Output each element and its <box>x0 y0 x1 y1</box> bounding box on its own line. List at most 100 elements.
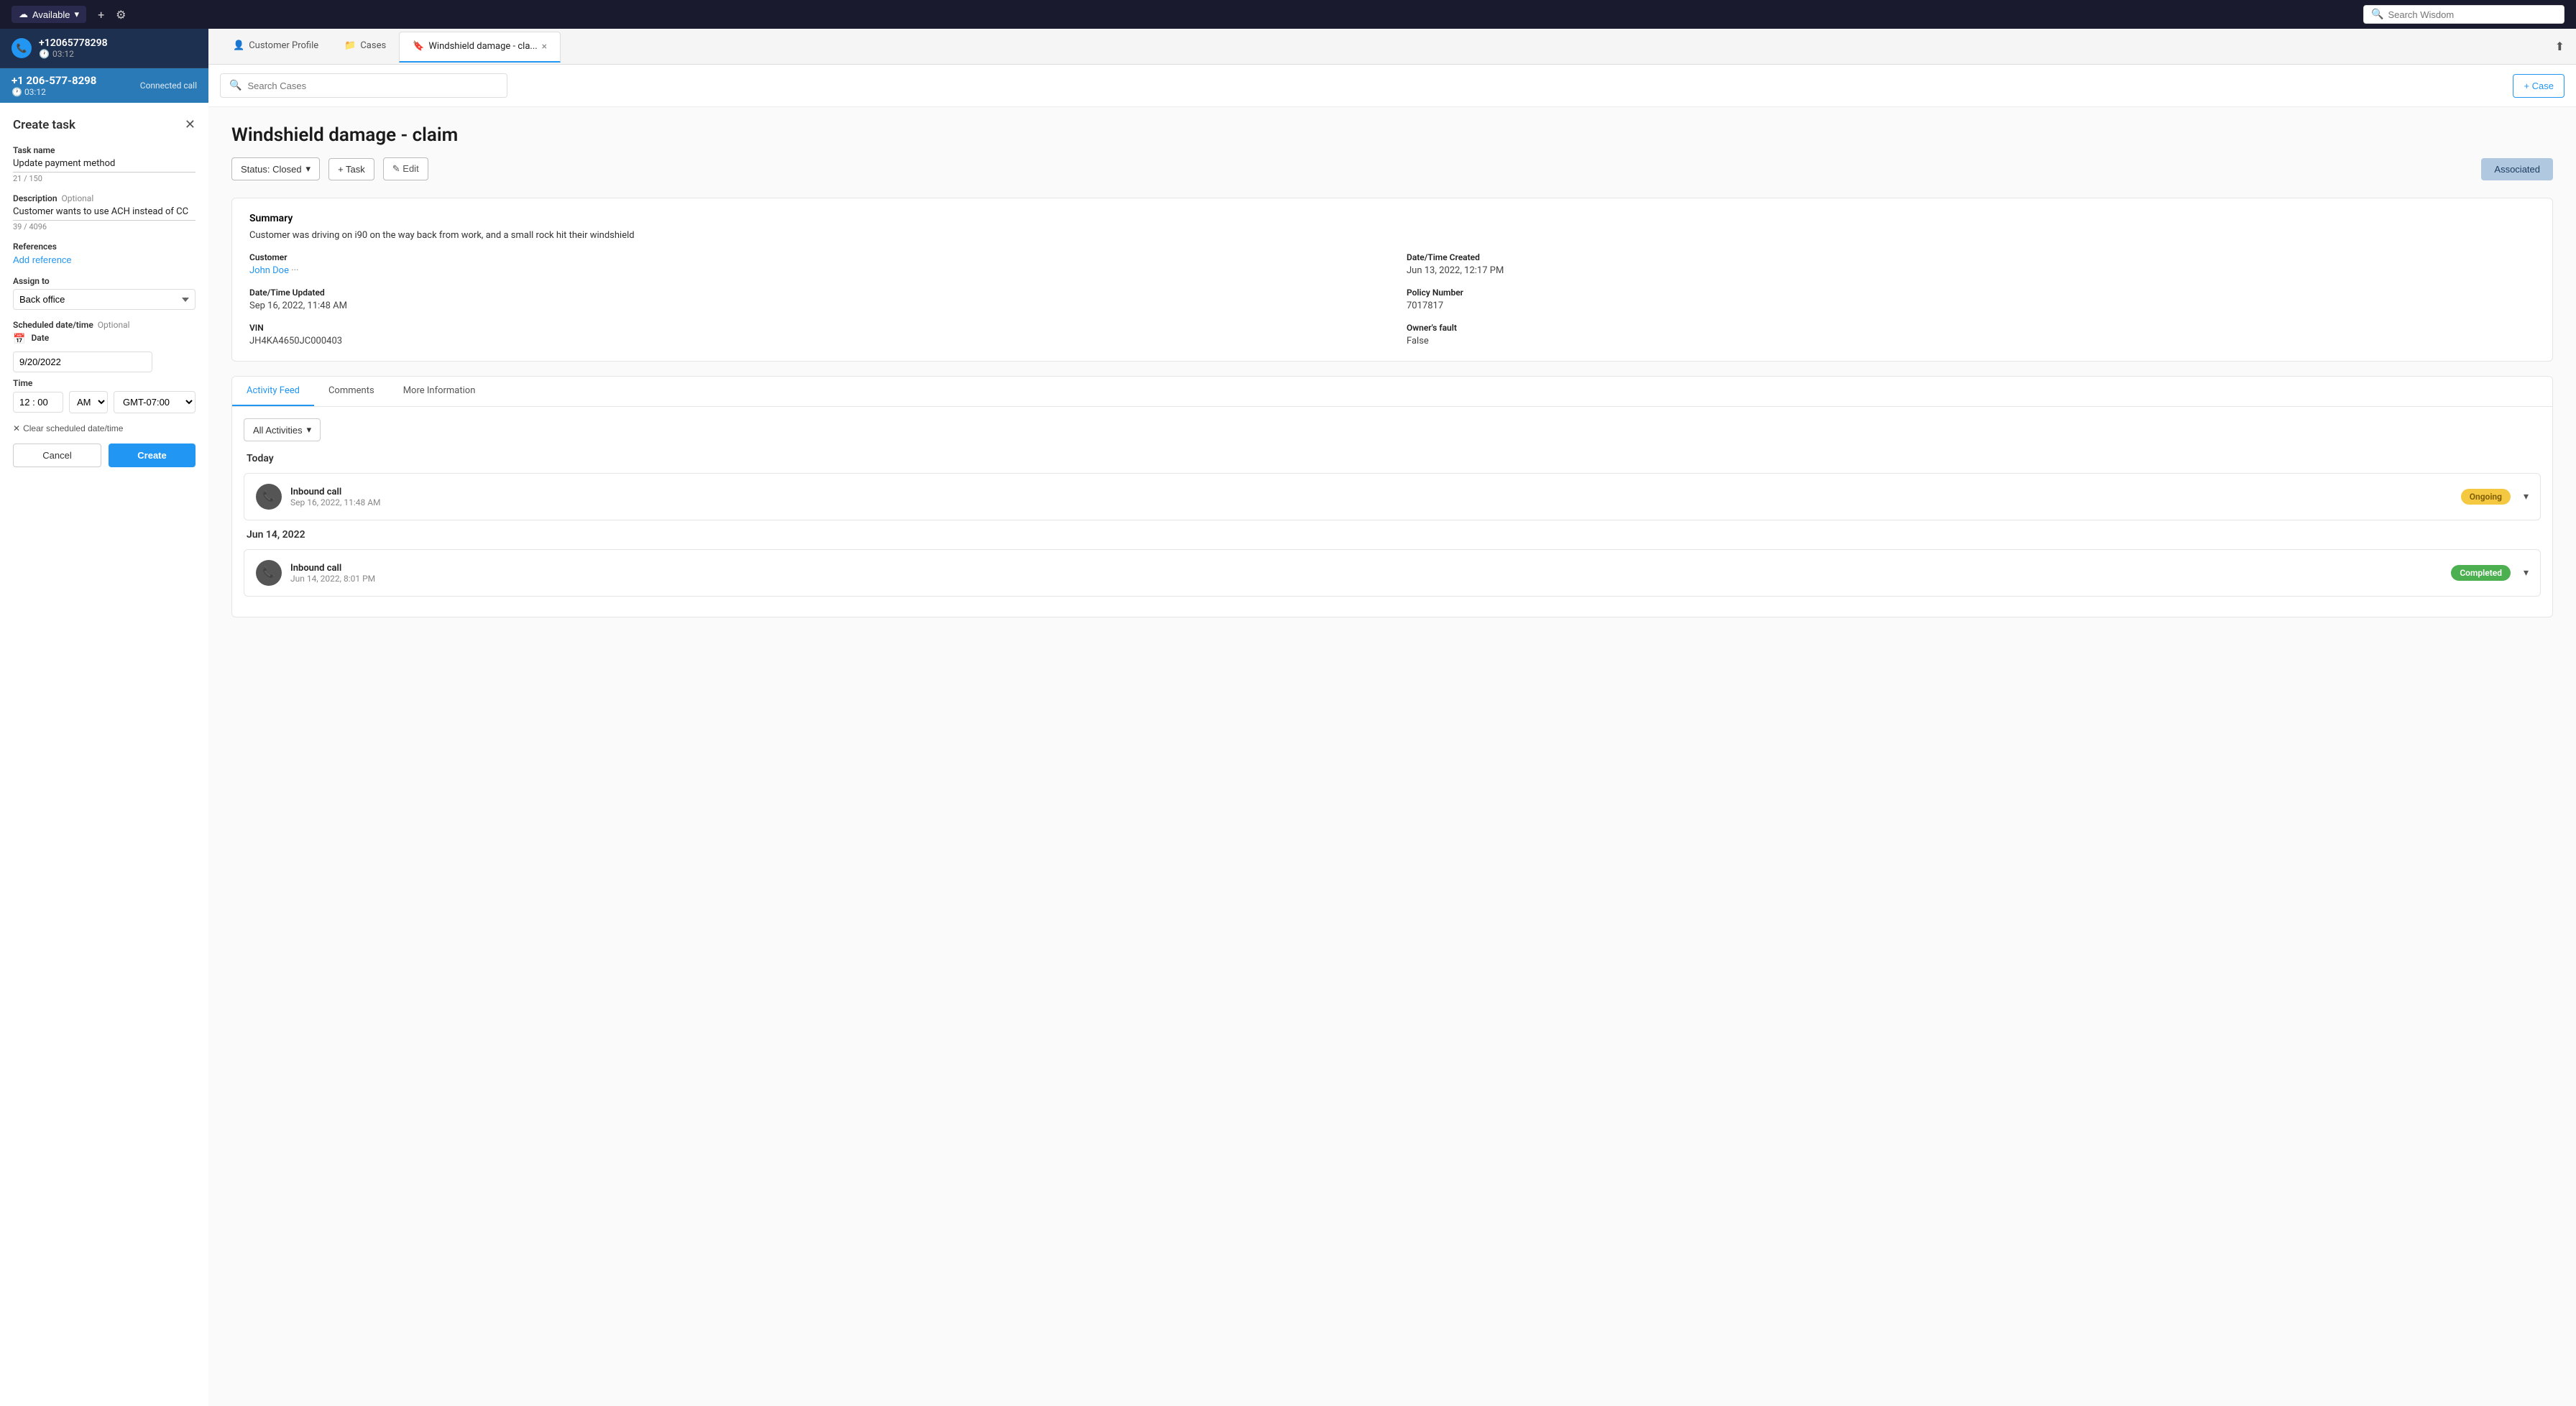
assign-to-field: Assign to Back office <box>13 276 196 310</box>
create-button[interactable]: Create <box>109 444 196 467</box>
case-content: Windshield damage - claim Status: Closed… <box>208 107 2576 1406</box>
action-buttons: Cancel Create <box>13 444 196 467</box>
owners-fault-value: False <box>1407 336 2535 346</box>
activity-expand-icon-1[interactable]: ▾ <box>2524 491 2529 502</box>
activity-name-1: Inbound call <box>290 487 2452 497</box>
calendar-icon: 📅 <box>13 334 25 345</box>
assign-to-label: Assign to <box>13 276 196 286</box>
description-counter: 39 / 4096 <box>13 222 196 231</box>
vin-detail: VIN JH4KA4650JC000403 <box>249 323 1378 346</box>
customer-value: John Doe ··· <box>249 265 1378 276</box>
search-wisdom-chevron[interactable]: ▾ <box>2552 9 2557 20</box>
clear-icon: ✕ <box>13 423 20 433</box>
add-reference-button[interactable]: Add reference <box>13 254 72 265</box>
all-activities-button[interactable]: All Activities ▾ <box>244 418 321 441</box>
search-wisdom-bar: 🔍 ▾ <box>2363 5 2564 24</box>
activity-date-1: Sep 16, 2022, 11:48 AM <box>290 497 2452 507</box>
clear-schedule-button[interactable]: ✕ Clear scheduled date/time <box>13 423 123 433</box>
activity-feed-content: All Activities ▾ Today 📞 Inbound call Se… <box>232 407 2552 617</box>
customer-profile-icon: 👤 <box>233 40 244 51</box>
chevron-down-icon: ▾ <box>75 9 80 20</box>
customer-dots: ··· <box>291 265 298 276</box>
search-bar: 🔍 + Case <box>208 65 2576 107</box>
call-details: +12065778298 🕐 03:12 <box>39 37 108 59</box>
create-task-panel: Create task ✕ Task name Update payment m… <box>0 103 208 1406</box>
available-label: Available <box>32 9 70 20</box>
search-cases-input[interactable] <box>247 81 498 91</box>
references-label: References <box>13 242 196 252</box>
activity-item-1: 📞 Inbound call Sep 16, 2022, 11:48 AM On… <box>244 473 2541 520</box>
description-label: Description Optional <box>13 193 196 203</box>
new-case-button[interactable]: + Case <box>2513 74 2564 98</box>
description-value[interactable]: Customer wants to use ACH instead of CC <box>13 206 196 221</box>
case-inner-content: Activity Feed Comments More Information … <box>231 376 2553 617</box>
plus-icon[interactable]: + <box>98 8 104 22</box>
connected-bar: +1 206-577-8298 🕐 03:12 Connected call <box>0 68 208 103</box>
edit-button[interactable]: ✎ Edit <box>383 157 428 180</box>
settings-icon[interactable]: ⚙ <box>116 8 126 22</box>
today-label: Today <box>244 453 2541 464</box>
associated-button[interactable]: Associated <box>2481 158 2553 180</box>
description-optional: Optional <box>60 193 94 203</box>
close-task-button[interactable]: ✕ <box>185 117 196 132</box>
connected-time-display: 🕐 03:12 <box>12 87 96 97</box>
date-row: 📅 Date <box>13 333 196 346</box>
connected-status-label: Connected call <box>140 81 197 91</box>
activity-phone-icon-2: 📞 <box>256 560 282 586</box>
tab-cases[interactable]: 📁 Cases <box>331 32 399 61</box>
main-layout: 📞 +12065778298 🕐 03:12 +1 206-577-8298 🕐… <box>0 29 2576 1406</box>
task-name-value[interactable]: Update payment method <box>13 158 196 173</box>
policy-value: 7017817 <box>1407 300 2535 311</box>
ampm-select[interactable]: AM PM <box>69 391 108 413</box>
share-button[interactable]: ⬆ <box>2555 40 2564 54</box>
summary-text: Customer was driving on i90 on the way b… <box>249 230 2535 241</box>
tab-close-icon[interactable]: × <box>542 41 547 52</box>
activity-expand-icon-2[interactable]: ▾ <box>2524 567 2529 579</box>
activity-status-ongoing: Ongoing <box>2461 489 2511 505</box>
top-bar: ☁ Available ▾ + ⚙ 🔍 ▾ <box>0 0 2576 29</box>
clock-icon: 🕐 <box>39 49 50 59</box>
tab-windshield[interactable]: 🔖 Windshield damage - cla... × <box>399 32 561 63</box>
status-button[interactable]: Status: Closed ▾ <box>231 157 320 180</box>
timezone-select[interactable]: GMT-07:00 <box>114 391 196 413</box>
date-label: Date <box>31 333 49 343</box>
owners-fault-detail: Owner's fault False <box>1407 323 2535 346</box>
activity-phone-icon-1: 📞 <box>256 484 282 510</box>
create-task-header: Create task ✕ <box>13 117 196 132</box>
date-created-detail: Date/Time Created Jun 13, 2022, 12:17 PM <box>1407 252 2535 276</box>
owners-fault-key: Owner's fault <box>1407 323 2535 333</box>
search-wisdom-input[interactable] <box>2388 9 2547 20</box>
assign-to-select[interactable]: Back office <box>13 289 196 310</box>
time-row: AM PM GMT-07:00 <box>13 391 196 413</box>
date-created-value: Jun 13, 2022, 12:17 PM <box>1407 265 2535 276</box>
top-bar-left: ☁ Available ▾ + ⚙ <box>12 6 126 23</box>
date-created-key: Date/Time Created <box>1407 252 2535 262</box>
date-input[interactable] <box>13 352 152 372</box>
vin-value: JH4KA4650JC000403 <box>249 336 1378 346</box>
call-number: +12065778298 <box>39 37 108 49</box>
details-grid: Customer John Doe ··· Date/Time Created … <box>249 252 2535 346</box>
tab-customer-profile[interactable]: 👤 Customer Profile <box>220 32 331 61</box>
activity-feed-tab[interactable]: Activity Feed <box>232 377 314 406</box>
cases-icon: 📁 <box>344 40 356 51</box>
create-task-title: Create task <box>13 118 75 132</box>
jun14-label: Jun 14, 2022 <box>244 529 2541 541</box>
add-task-button[interactable]: + Task <box>328 158 374 180</box>
comments-tab[interactable]: Comments <box>314 377 389 406</box>
tabs-bar: 👤 Customer Profile 📁 Cases 🔖 Windshield … <box>208 29 2576 65</box>
time-input[interactable] <box>13 392 63 413</box>
cancel-button[interactable]: Cancel <box>13 444 101 467</box>
search-cases-container: 🔍 <box>220 73 507 98</box>
customer-detail: Customer John Doe ··· <box>249 252 1378 276</box>
customer-key: Customer <box>249 252 1378 262</box>
case-actions: Status: Closed ▾ + Task ✎ Edit Associate… <box>231 157 2553 180</box>
date-updated-detail: Date/Time Updated Sep 16, 2022, 11:48 AM <box>249 288 1378 311</box>
available-button[interactable]: ☁ Available ▾ <box>12 6 86 23</box>
activity-info-2: Inbound call Jun 14, 2022, 8:01 PM <box>290 563 2442 584</box>
schedule-label: Scheduled date/time Optional <box>13 320 196 330</box>
activity-status-completed: Completed <box>2451 565 2511 581</box>
customer-link[interactable]: John Doe <box>249 265 289 276</box>
activity-name-2: Inbound call <box>290 563 2442 574</box>
more-info-tab[interactable]: More Information <box>389 377 490 406</box>
all-activities-chevron-icon: ▾ <box>307 424 312 436</box>
